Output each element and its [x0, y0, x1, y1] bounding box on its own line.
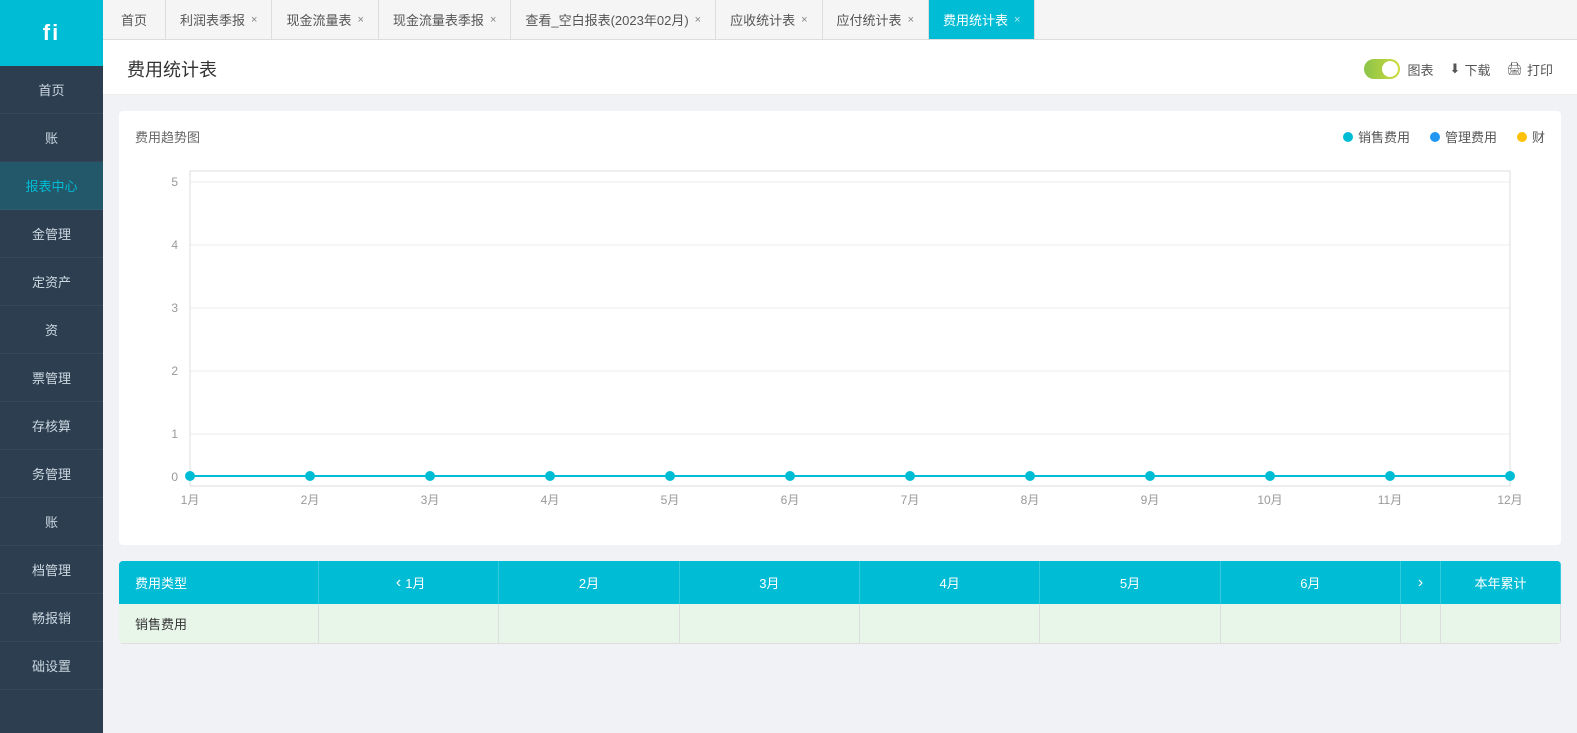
svg-text:11月: 11月 — [1378, 493, 1402, 507]
legend-admin-expense: 管理费用 — [1430, 127, 1497, 146]
header-actions: 图表 ⬇ 下载 🖨 打印 — [1364, 59, 1553, 79]
tab-close-blank-report[interactable]: × — [695, 14, 701, 26]
table-row: 销售费用 — [119, 604, 1561, 644]
td-month-2-val — [499, 604, 679, 643]
th-month-5: 5月 — [1040, 561, 1220, 604]
th-month-6: 6月 — [1221, 561, 1401, 604]
sidebar-item-account[interactable]: 账 — [0, 114, 103, 162]
prev-month-arrow[interactable]: ‹ — [396, 574, 401, 592]
tab-cashflow-quarter[interactable]: 现金流量表季报 × — [379, 0, 511, 39]
td-month-5-val — [1040, 604, 1220, 643]
svg-text:1: 1 — [171, 427, 178, 441]
sidebar-item-inventory[interactable]: 存核算 — [0, 402, 103, 450]
sidebar-item-invoice-mgmt[interactable]: 票管理 — [0, 354, 103, 402]
legend-sales-expense: 销售费用 — [1343, 127, 1410, 146]
tab-close-expense-stats[interactable]: × — [1014, 14, 1020, 26]
td-month-4-val — [860, 604, 1040, 643]
th-month-2: 2月 — [499, 561, 679, 604]
tab-close-receivable[interactable]: × — [801, 14, 807, 26]
tab-cashflow[interactable]: 现金流量表 × — [272, 0, 378, 39]
svg-text:8月: 8月 — [1021, 493, 1040, 507]
expense-table: 费用类型 ‹ 1月 2月 3月 4月 5月 6月 › 本年累计 销售费用 — [119, 561, 1561, 644]
th-nav-prev[interactable]: ‹ 1月 — [319, 561, 499, 604]
td-year-total-val — [1441, 604, 1561, 643]
main-area: 首页 利润表季报 × 现金流量表 × 现金流量表季报 × 查看_空白报表(202… — [103, 0, 1577, 733]
content-area: 费用统计表 图表 ⬇ 下载 🖨 打印 费用趋势图 — [103, 40, 1577, 733]
tab-bar: 首页 利润表季报 × 现金流量表 × 现金流量表季报 × 查看_空白报表(202… — [103, 0, 1577, 40]
sidebar-item-report-center[interactable]: 报表中心 — [0, 162, 103, 210]
tab-home[interactable]: 首页 — [103, 0, 166, 39]
chart-toggle-label: 图表 — [1408, 60, 1434, 79]
th-year-total: 本年累计 — [1441, 561, 1561, 604]
svg-text:4: 4 — [171, 238, 178, 252]
sidebar-item-expense-reimb[interactable]: 畅报销 — [0, 594, 103, 642]
chart-title: 费用趋势图 — [135, 127, 200, 146]
sidebar-item-resources[interactable]: 资 — [0, 306, 103, 354]
sidebar-item-basic-settings[interactable]: 础设置 — [0, 642, 103, 690]
download-icon: ⬇ — [1450, 61, 1461, 77]
svg-text:9月: 9月 — [1141, 493, 1160, 507]
legend-label-finance: 财 — [1532, 127, 1545, 146]
svg-text:2: 2 — [171, 364, 178, 378]
chart-toggle[interactable] — [1364, 59, 1400, 79]
svg-text:10月: 10月 — [1257, 493, 1282, 507]
table-header: 费用类型 ‹ 1月 2月 3月 4月 5月 6月 › 本年累计 — [119, 561, 1561, 604]
sidebar: fi 首页 账 报表中心 金管理 定资产 资 票管理 存核算 务管理 账 档管理… — [0, 0, 103, 733]
sidebar-item-ledger[interactable]: 账 — [0, 498, 103, 546]
page-header: 费用统计表 图表 ⬇ 下载 🖨 打印 — [103, 40, 1577, 95]
tab-close-profit-quarter[interactable]: × — [251, 14, 257, 26]
svg-text:5: 5 — [171, 175, 178, 189]
chart-section: 费用趋势图 销售费用 管理费用 财 — [119, 111, 1561, 545]
print-button[interactable]: 🖨 打印 — [1506, 60, 1553, 79]
svg-text:2月: 2月 — [301, 493, 320, 507]
sidebar-item-service-mgmt[interactable]: 务管理 — [0, 450, 103, 498]
next-month-arrow[interactable]: › — [1418, 574, 1423, 592]
th-nav-next[interactable]: › — [1401, 561, 1441, 604]
tab-close-cashflow[interactable]: × — [357, 14, 363, 26]
page-title: 费用统计表 — [127, 56, 217, 82]
legend-label-sales: 销售费用 — [1358, 127, 1410, 146]
svg-text:3月: 3月 — [421, 493, 440, 507]
tab-blank-report[interactable]: 查看_空白报表(2023年02月) × — [511, 0, 716, 39]
svg-text:12月: 12月 — [1497, 493, 1522, 507]
td-month-6-val — [1221, 604, 1401, 643]
print-icon: 🖨 — [1506, 61, 1523, 77]
sidebar-logo: fi — [0, 0, 103, 66]
trend-chart: 5 4 3 2 1 0 — [135, 156, 1545, 526]
th-expense-type: 费用类型 — [119, 561, 319, 604]
sidebar-item-cash-mgmt[interactable]: 金管理 — [0, 210, 103, 258]
tab-close-payable[interactable]: × — [908, 14, 914, 26]
download-button[interactable]: ⬇ 下载 — [1450, 60, 1491, 79]
td-nav-spacer — [1401, 604, 1441, 643]
td-month-1-val — [319, 604, 499, 643]
svg-text:5月: 5月 — [661, 493, 680, 507]
legend-dot-admin — [1430, 132, 1440, 142]
svg-text:1月: 1月 — [181, 493, 200, 507]
legend-dot-finance — [1517, 132, 1527, 142]
td-month-3-val — [680, 604, 860, 643]
th-month-3: 3月 — [680, 561, 860, 604]
svg-text:4月: 4月 — [541, 493, 560, 507]
tab-close-cashflow-quarter[interactable]: × — [490, 14, 496, 26]
svg-text:3: 3 — [171, 301, 178, 315]
th-month-4: 4月 — [860, 561, 1040, 604]
tab-expense-stats[interactable]: 费用统计表 × — [929, 0, 1035, 39]
legend-label-admin: 管理费用 — [1445, 127, 1497, 146]
chart-toggle-wrap: 图表 — [1364, 59, 1434, 79]
legend-finance-expense: 财 — [1517, 127, 1545, 146]
sidebar-item-fixed-assets[interactable]: 定资产 — [0, 258, 103, 306]
sidebar-item-home[interactable]: 首页 — [0, 66, 103, 114]
tab-payable[interactable]: 应付统计表 × — [823, 0, 929, 39]
sidebar-item-archive-mgmt[interactable]: 档管理 — [0, 546, 103, 594]
svg-text:7月: 7月 — [901, 493, 920, 507]
svg-text:6月: 6月 — [781, 493, 800, 507]
legend-dot-sales — [1343, 132, 1353, 142]
chart-legend: 销售费用 管理费用 财 — [1343, 127, 1545, 146]
tab-receivable[interactable]: 应收统计表 × — [716, 0, 822, 39]
td-expense-type: 销售费用 — [119, 604, 319, 643]
chart-container: 5 4 3 2 1 0 — [135, 156, 1545, 529]
tab-profit-quarter[interactable]: 利润表季报 × — [166, 0, 272, 39]
svg-text:0: 0 — [171, 470, 178, 484]
